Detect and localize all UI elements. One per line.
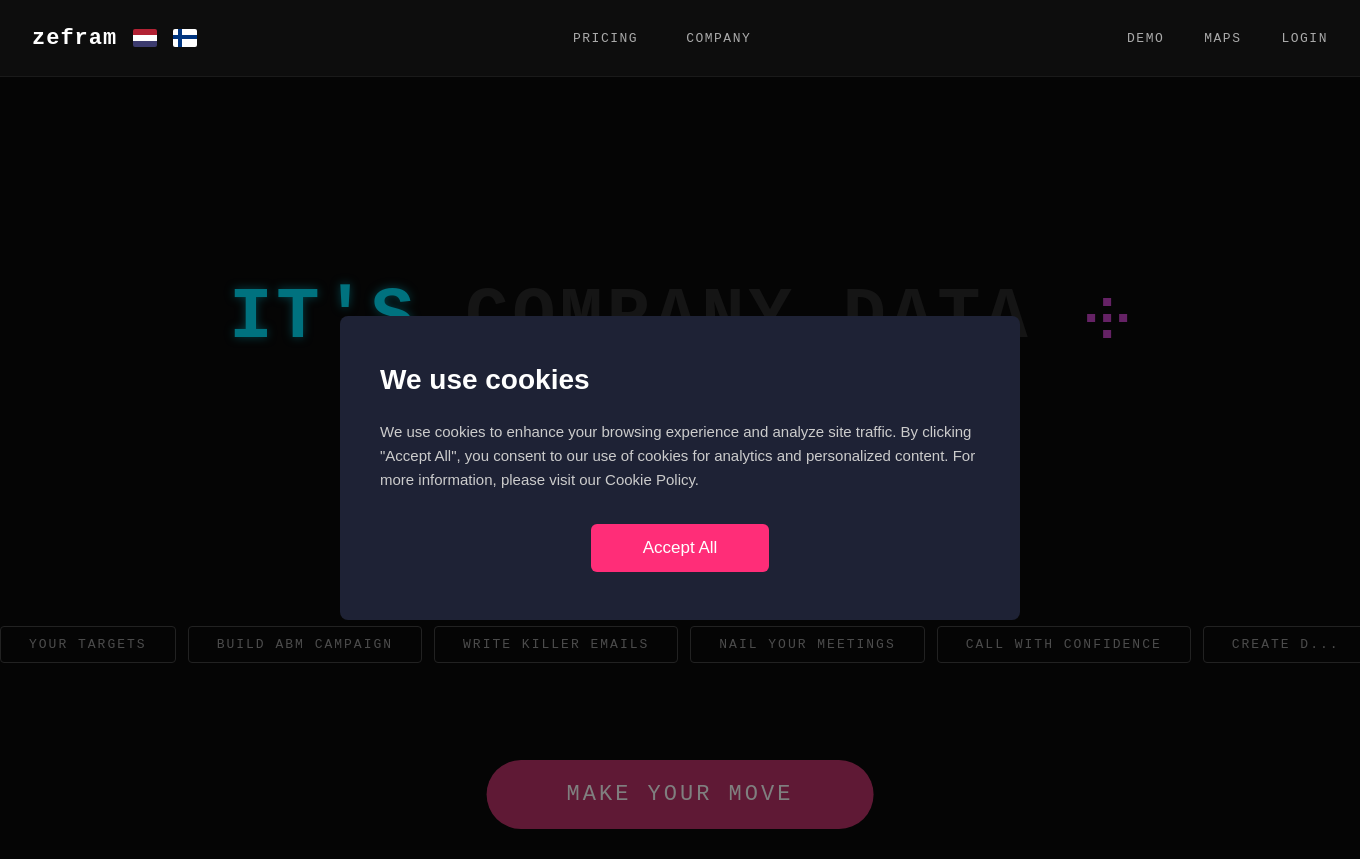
flag-us-icon[interactable] bbox=[133, 29, 157, 47]
nav-link-maps[interactable]: MAPS bbox=[1204, 31, 1241, 46]
cookie-overlay: We use cookies We use cookies to enhance… bbox=[0, 77, 1360, 859]
nav-link-demo[interactable]: DEMO bbox=[1127, 31, 1164, 46]
navbar-left: zefram bbox=[32, 26, 197, 51]
navbar: zefram PRICING COMPANY DEMO MAPS LOGIN bbox=[0, 0, 1360, 77]
navbar-center: PRICING COMPANY bbox=[573, 31, 751, 46]
navbar-right: DEMO MAPS LOGIN bbox=[1127, 31, 1328, 46]
flag-fi-icon[interactable] bbox=[173, 29, 197, 47]
accept-all-button[interactable]: Accept All bbox=[591, 524, 770, 572]
cookie-title: We use cookies bbox=[380, 364, 980, 396]
main-content: IT'S COMPANY DATA YOUR TARGETS BUILD ABM… bbox=[0, 77, 1360, 859]
cookie-body: We use cookies to enhance your browsing … bbox=[380, 420, 980, 492]
nav-link-pricing[interactable]: PRICING bbox=[573, 31, 638, 46]
nav-link-company[interactable]: COMPANY bbox=[686, 31, 751, 46]
nav-link-login[interactable]: LOGIN bbox=[1281, 31, 1328, 46]
logo[interactable]: zefram bbox=[32, 26, 117, 51]
cookie-modal: We use cookies We use cookies to enhance… bbox=[340, 316, 1020, 620]
